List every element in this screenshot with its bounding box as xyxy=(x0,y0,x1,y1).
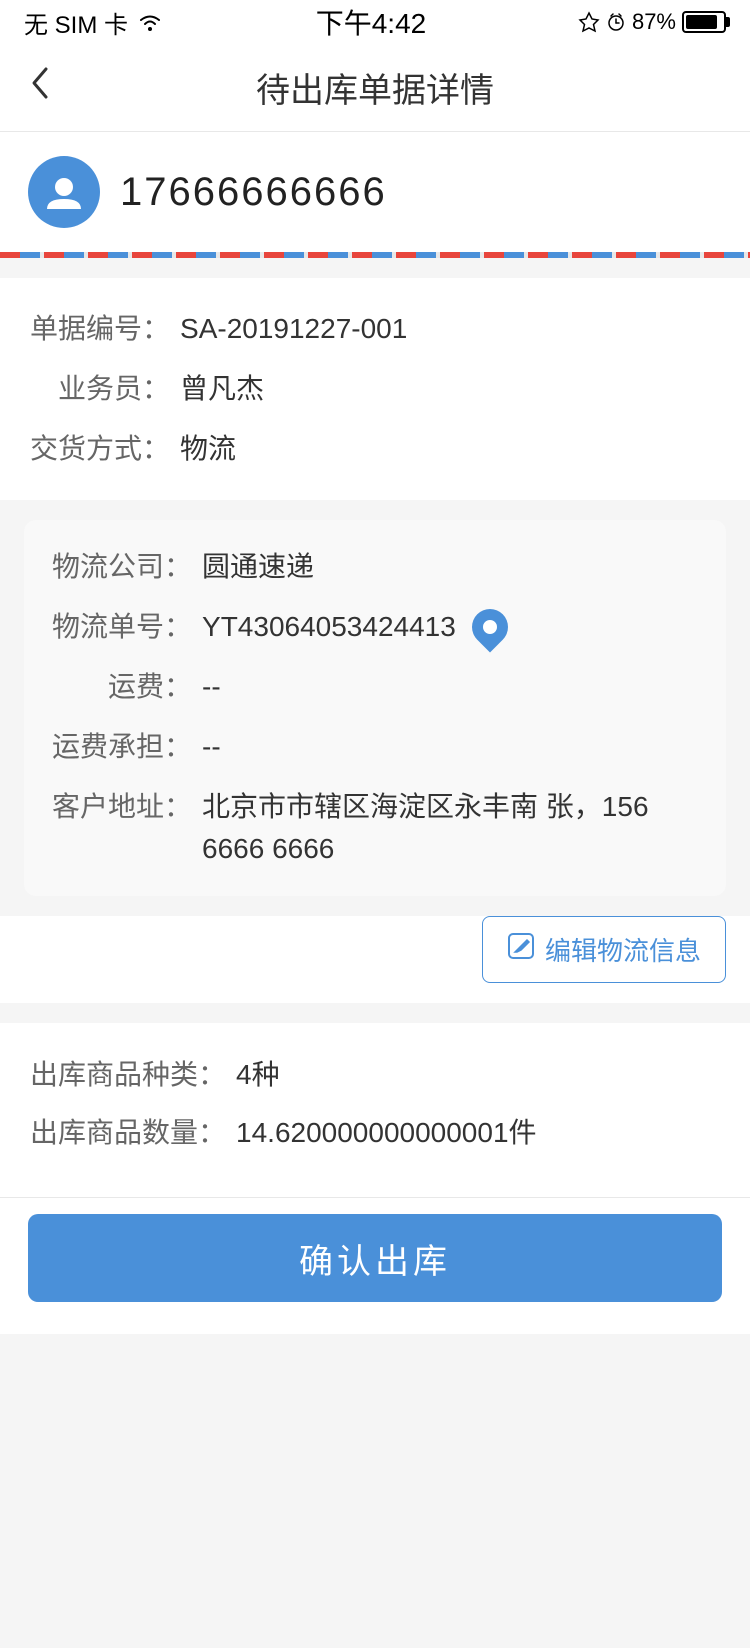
confirm-section: 确认出库 xyxy=(0,1197,750,1334)
confirm-outbound-button[interactable]: 确认出库 xyxy=(28,1214,722,1302)
sales-person-label: 业务员： xyxy=(30,368,170,410)
logistics-tracking-row: 物流单号： YT43064053424413 xyxy=(52,606,698,648)
pencil-box-icon xyxy=(507,932,535,960)
order-info-section: 单据编号： SA-20191227-001 业务员： 曾凡杰 交货方式： 物流 xyxy=(0,278,750,500)
sales-person-row: 业务员： 曾凡杰 xyxy=(30,368,720,410)
tracking-number: YT43064053424413 xyxy=(202,606,456,648)
goods-quantity-row: 出库商品数量： 14.620000000000001件 xyxy=(30,1111,720,1151)
logistics-company-row: 物流公司： 圆通速递 xyxy=(52,546,698,588)
logistics-card: 物流公司： 圆通速递 物流单号： YT43064053424413 运费： --… xyxy=(24,520,726,896)
freight-bearer-value: -- xyxy=(202,726,698,768)
status-right: 87% xyxy=(578,9,726,35)
freight-value: -- xyxy=(202,666,698,708)
alarm-icon xyxy=(606,12,626,32)
carrier-text: 无 SIM 卡 xyxy=(24,5,128,40)
edit-btn-row: 编辑物流信息 xyxy=(0,916,750,1003)
goods-quantity-label: 出库商品数量： xyxy=(30,1111,226,1151)
customer-section: 17666666666 xyxy=(0,132,750,252)
sales-person-value: 曾凡杰 xyxy=(180,368,720,410)
status-carrier: 无 SIM 卡 xyxy=(24,5,164,40)
freight-bearer-row: 运费承担： -- xyxy=(52,726,698,768)
logistics-tracking-label: 物流单号： xyxy=(52,606,192,648)
delivery-method-value: 物流 xyxy=(180,428,720,470)
edit-icon xyxy=(507,932,535,967)
wifi-icon xyxy=(136,12,164,32)
goods-type-value: 4种 xyxy=(236,1053,280,1093)
battery-text: 87% xyxy=(632,9,676,35)
goods-section: 出库商品种类： 4种 出库商品数量： 14.620000000000001件 xyxy=(0,1023,750,1181)
delivery-method-label: 交货方式： xyxy=(30,428,170,470)
logistics-tracking-value: YT43064053424413 xyxy=(202,606,698,648)
location-pin-icon[interactable] xyxy=(464,602,515,653)
freight-label: 运费： xyxy=(52,666,192,708)
battery-indicator xyxy=(682,11,726,33)
goods-type-row: 出库商品种类： 4种 xyxy=(30,1053,720,1093)
page-title: 待出库单据详情 xyxy=(256,63,494,112)
customer-phone: 17666666666 xyxy=(120,170,387,215)
goods-type-label: 出库商品种类： xyxy=(30,1053,226,1093)
back-button[interactable] xyxy=(28,65,50,110)
edit-logistics-button[interactable]: 编辑物流信息 xyxy=(482,916,726,983)
document-number-label: 单据编号： xyxy=(30,308,170,350)
delivery-method-row: 交货方式： 物流 xyxy=(30,428,720,470)
nav-bar: 待出库单据详情 xyxy=(0,44,750,132)
logistics-company-label: 物流公司： xyxy=(52,546,192,588)
freight-bearer-label: 运费承担： xyxy=(52,726,192,768)
edit-btn-label: 编辑物流信息 xyxy=(545,931,701,968)
freight-row: 运费： -- xyxy=(52,666,698,708)
location-icon xyxy=(578,11,600,33)
user-icon xyxy=(43,171,85,213)
address-row: 客户地址： 北京市市辖区海淀区永丰南 张，156 6666 6666 xyxy=(52,786,698,870)
document-number-row: 单据编号： SA-20191227-001 xyxy=(30,308,720,350)
goods-quantity-value: 14.620000000000001件 xyxy=(236,1111,537,1151)
document-number-value: SA-20191227-001 xyxy=(180,308,720,350)
avatar xyxy=(28,156,100,228)
status-bar: 无 SIM 卡 下午4:42 87% xyxy=(0,0,750,44)
address-value: 北京市市辖区海淀区永丰南 张，156 6666 6666 xyxy=(202,786,698,870)
address-label: 客户地址： xyxy=(52,786,192,828)
status-time: 下午4:42 xyxy=(316,2,427,42)
logistics-company-value: 圆通速递 xyxy=(202,546,698,588)
